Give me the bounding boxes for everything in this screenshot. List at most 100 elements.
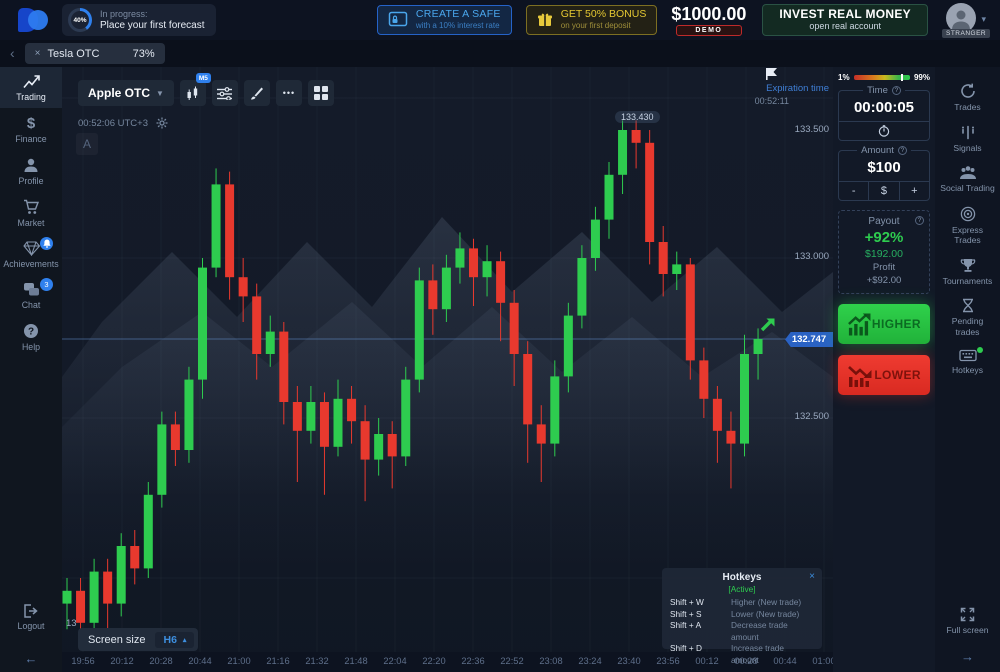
sidebar-item-label: Express Trades bbox=[945, 225, 991, 246]
server-clock: 00:52:06 UTC+3 bbox=[78, 118, 148, 129]
hotkey-keys: Shift + A bbox=[670, 620, 722, 643]
sidebar-item-label: Trades bbox=[954, 102, 980, 113]
candle-body bbox=[428, 280, 437, 309]
asset-tab-tesla-otc[interactable]: × Tesla OTC 73% bbox=[25, 43, 165, 64]
gear-icon[interactable] bbox=[156, 117, 168, 129]
higher-button[interactable]: HIGHER bbox=[838, 304, 930, 344]
close-icon[interactable]: × bbox=[35, 48, 41, 59]
amount-decrease-button[interactable]: - bbox=[839, 182, 868, 200]
lower-button-label: LOWER bbox=[874, 368, 921, 382]
chart-up-icon bbox=[847, 312, 872, 336]
sidebar-item-hotkeys[interactable]: Hotkeys bbox=[935, 343, 1000, 382]
amount-field-value[interactable]: $100 bbox=[839, 156, 929, 181]
symbol-name: Apple OTC bbox=[88, 86, 150, 100]
tab-payout-percent: 73% bbox=[133, 48, 155, 60]
candle-body bbox=[144, 495, 153, 569]
candle-body bbox=[171, 424, 180, 450]
create-safe-title: CREATE A SAFE bbox=[416, 8, 501, 20]
progress-line1: In progress: bbox=[100, 9, 204, 20]
person-icon bbox=[951, 8, 971, 30]
candle-body bbox=[577, 258, 586, 316]
sidebar-item-label: Full screen bbox=[946, 625, 988, 636]
sidebar-item-trades[interactable]: Trades bbox=[935, 77, 1000, 119]
onboarding-progress-pill[interactable]: 40% In progress: Place your first foreca… bbox=[62, 4, 216, 36]
sidebar-item-chat[interactable]: 3 Chat bbox=[0, 275, 62, 316]
sidebar-item-profile[interactable]: Profile bbox=[0, 150, 62, 192]
layout-grid-button[interactable] bbox=[308, 80, 334, 106]
candle-body bbox=[117, 546, 126, 604]
chart-type-button[interactable]: M5 bbox=[180, 80, 206, 106]
time-axis-label: 21:32 bbox=[305, 656, 328, 666]
candle-body bbox=[212, 184, 221, 267]
account-balance[interactable]: $1000.00 DEMO bbox=[671, 5, 746, 36]
indicators-button[interactable] bbox=[212, 80, 238, 106]
candle-body bbox=[510, 303, 519, 354]
trade-panel: 1% 99% Time? 00:00:05 Amount? $100 - $ +… bbox=[833, 67, 935, 672]
gauge-low: 1% bbox=[838, 73, 850, 82]
time-axis-label: 22:04 bbox=[383, 656, 406, 666]
social-trading-icon bbox=[959, 165, 977, 180]
help-icon[interactable]: ? bbox=[898, 146, 907, 155]
sidebar-item-label: Social Trading bbox=[939, 183, 997, 194]
sidebar-item-help[interactable]: ? Help bbox=[0, 316, 62, 358]
chart-clock-row: 00:52:06 UTC+3 bbox=[78, 117, 168, 129]
chat-count-badge: 3 bbox=[40, 278, 53, 291]
time-axis-label: 20:44 bbox=[188, 656, 211, 666]
sidebar-item-signals[interactable]: Signals bbox=[935, 119, 1000, 160]
sentiment-gauge: 1% 99% bbox=[838, 73, 930, 82]
svg-text:$: $ bbox=[27, 115, 36, 131]
close-icon[interactable]: × bbox=[809, 571, 815, 582]
chart-area[interactable]: Apple OTC ▼ M5 ••• 00:52:06 UTC+3 A Expi… bbox=[62, 67, 833, 672]
candle-body bbox=[469, 248, 478, 277]
sidebar-item-achievements[interactable]: Achievements bbox=[0, 234, 62, 275]
symbol-selector[interactable]: Apple OTC ▼ bbox=[78, 80, 174, 106]
chevron-down-icon: ▼ bbox=[156, 89, 164, 98]
invest-real-money-button[interactable]: INVEST REAL MONEY open real account bbox=[762, 4, 928, 36]
time-field-value[interactable]: 00:00:05 bbox=[839, 96, 929, 121]
sidebar-item-pending-trades[interactable]: Pending trades bbox=[935, 292, 1000, 343]
sidebar-item-label: Logout bbox=[18, 621, 45, 631]
full-screen-button[interactable]: Full screen bbox=[946, 605, 988, 638]
create-safe-button[interactable]: CREATE A SAFEwith a 10% interest rate bbox=[377, 5, 512, 35]
payout-info: Payout ? +92% $192.00 Profit +$92.00 bbox=[838, 210, 930, 294]
sidebar-item-express-trades[interactable]: Express Trades bbox=[935, 200, 1000, 252]
sidebar-item-social-trading[interactable]: Social Trading bbox=[935, 159, 1000, 200]
amount-increase-button[interactable]: + bbox=[899, 182, 929, 200]
sidebar-item-trading[interactable]: Trading bbox=[0, 67, 62, 108]
hotkey-keys: Shift + S bbox=[670, 609, 722, 621]
bell-badge bbox=[40, 237, 53, 250]
sidebar-item-logout[interactable]: Logout bbox=[18, 600, 45, 635]
time-field[interactable]: Time? 00:00:05 bbox=[838, 90, 930, 141]
more-tools-button[interactable]: ••• bbox=[276, 80, 302, 106]
keyboard-icon bbox=[959, 349, 977, 362]
amount-currency-button[interactable]: $ bbox=[868, 182, 898, 200]
candle-body bbox=[90, 572, 99, 623]
screen-size-control[interactable]: Screen size H6▴ bbox=[78, 628, 198, 651]
higher-button-label: HIGHER bbox=[872, 317, 921, 331]
time-axis-label: 23:40 bbox=[617, 656, 640, 666]
lower-button[interactable]: LOWER bbox=[838, 355, 930, 395]
app-logo-icon[interactable] bbox=[16, 7, 52, 33]
screen-size-value[interactable]: H6▴ bbox=[155, 632, 194, 648]
collapse-left-arrow[interactable]: ← bbox=[25, 651, 38, 666]
sidebar-item-label: Tournaments bbox=[943, 276, 993, 287]
tabs-back-chevron[interactable]: ‹ bbox=[10, 45, 15, 61]
candlestick-chart[interactable] bbox=[62, 67, 833, 652]
sidebar-item-tournaments[interactable]: Tournaments bbox=[935, 252, 1000, 293]
drawing-tools-button[interactable] bbox=[244, 80, 270, 106]
help-icon[interactable]: ? bbox=[892, 86, 901, 95]
sidebar-item-finance[interactable]: $ Finance bbox=[0, 108, 62, 150]
bonus-button[interactable]: GET 50% BONUSon your first deposit bbox=[526, 5, 658, 35]
user-menu[interactable]: STRANGER ▾ bbox=[942, 2, 986, 38]
sidebar-item-label: Pending trades bbox=[945, 316, 991, 337]
left-sidebar: Trading $ Finance Profile Market Achieve… bbox=[0, 67, 62, 672]
timer-mode-button[interactable] bbox=[839, 122, 929, 140]
sidebar-item-market[interactable]: Market bbox=[0, 192, 62, 234]
sidebar-item-label: Achievements bbox=[3, 259, 58, 269]
sidebar-item-label: Market bbox=[18, 218, 45, 228]
brush-icon bbox=[250, 86, 264, 100]
sidebar-item-label: Chat bbox=[22, 300, 41, 310]
amount-field[interactable]: Amount? $100 - $ + bbox=[838, 150, 930, 201]
trading-chart-icon bbox=[23, 74, 40, 89]
expand-right-arrow[interactable]: → bbox=[961, 649, 974, 668]
